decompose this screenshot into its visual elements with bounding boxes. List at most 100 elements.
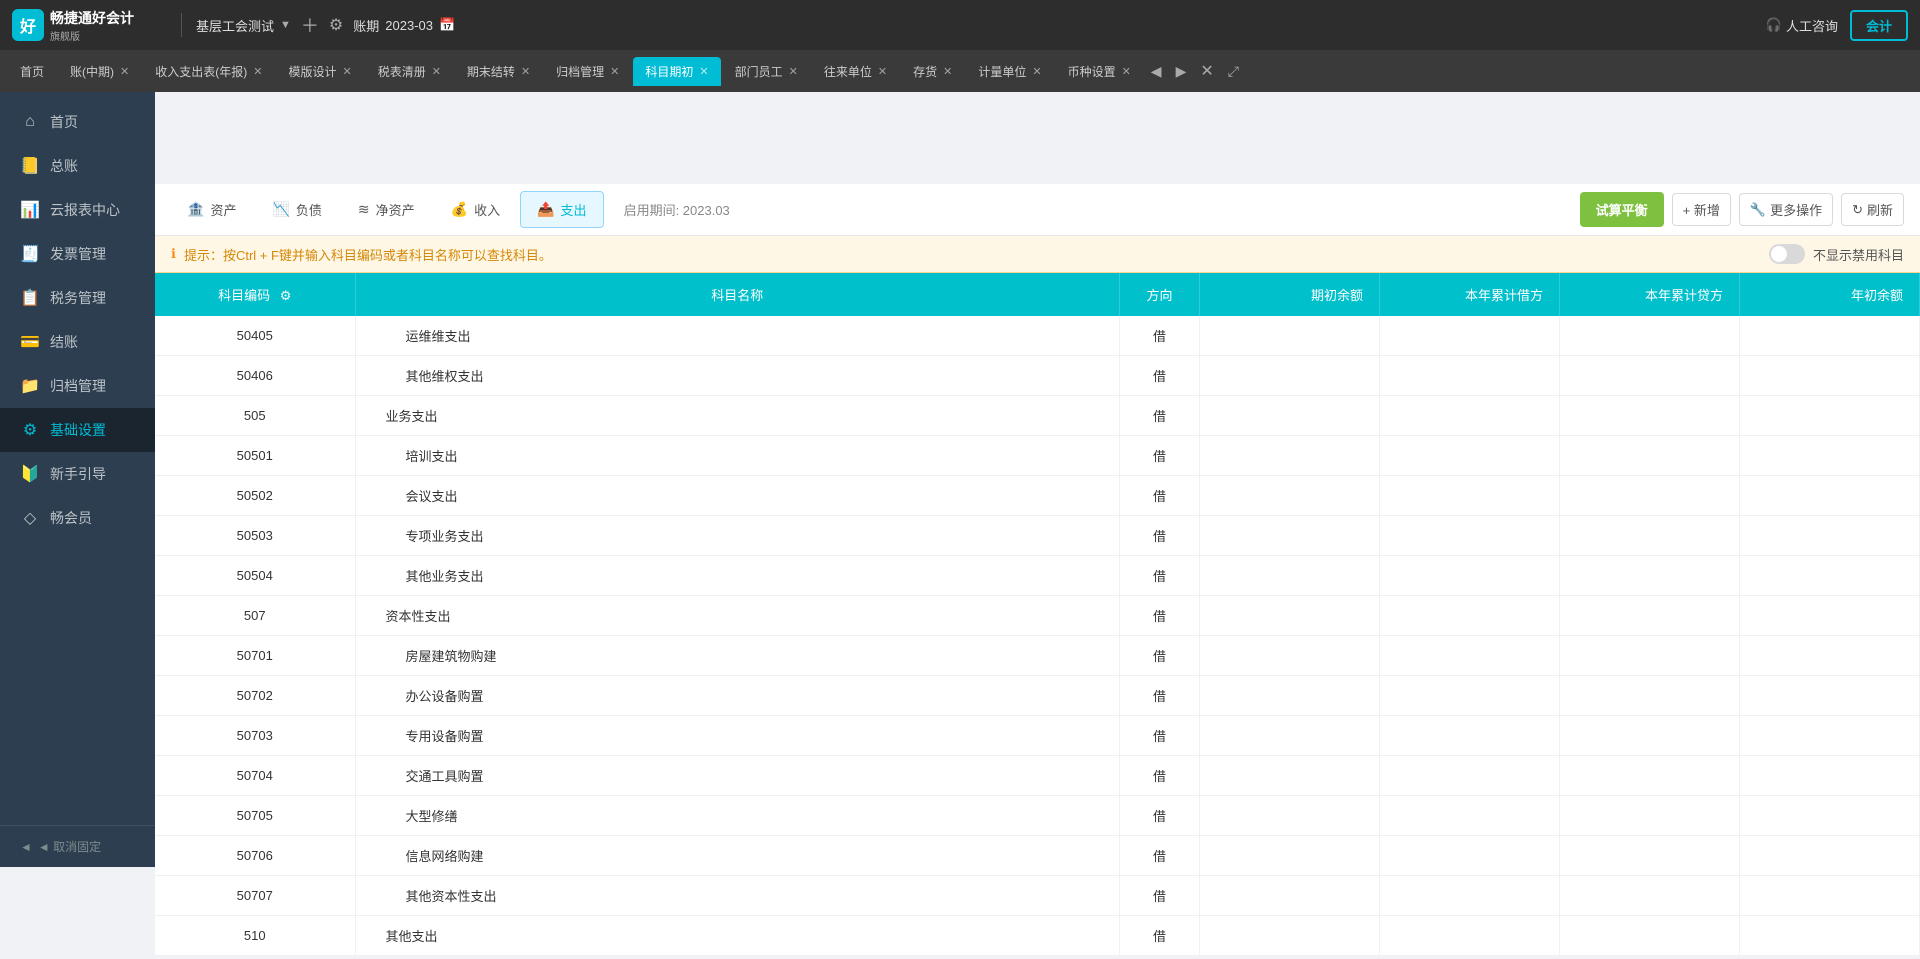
tab-subject-init-close[interactable]: ✕ (699, 65, 708, 78)
calc-balance-button[interactable]: 试算平衡 (1580, 192, 1664, 227)
sidebar-item-reports[interactable]: 📊 云报表中心 (0, 188, 155, 232)
tab-annual-close[interactable]: ✕ (253, 65, 262, 78)
tab-archive[interactable]: 归档管理 ✕ (544, 57, 631, 86)
cell-ytd-debit (1380, 636, 1560, 676)
filter-tabs-bar: 🏦 资产 📉 负债 ≋ 净资产 💰 收入 📤 支出 启用期间: 2023.03 … (155, 184, 1920, 236)
tab-expand-button[interactable]: ⤢ (1222, 59, 1245, 84)
table-row[interactable]: 505 业务支出 借 (155, 396, 1920, 436)
cell-opening (1200, 436, 1380, 476)
cell-code: 50702 (155, 676, 355, 716)
sidebar-item-member[interactable]: ◇ 畅会员 (0, 496, 155, 540)
cell-ytd-credit (1560, 916, 1740, 956)
help-button[interactable]: 🎧 人工咨询 (1766, 16, 1838, 35)
tab-annual[interactable]: 收入支出表(年报) ✕ (143, 57, 274, 86)
sidebar-item-invoice[interactable]: 🧾 发票管理 (0, 232, 155, 276)
cell-direction: 借 (1120, 756, 1200, 796)
table-row[interactable]: 50707 其他资本性支出 借 (155, 876, 1920, 916)
sidebar-settle-label: 结账 (50, 332, 78, 352)
tab-currency[interactable]: 币种设置 ✕ (1056, 57, 1143, 86)
tab-period-end-close[interactable]: ✕ (521, 65, 530, 78)
tab-period-close[interactable]: ✕ (120, 65, 129, 78)
sidebar-item-home[interactable]: ⌂ 首页 (0, 100, 155, 144)
col-year-opening: 年初余额 (1740, 273, 1920, 316)
tab-inventory-close[interactable]: ✕ (943, 65, 952, 78)
net-asset-icon: ≋ (358, 201, 370, 218)
tab-unit[interactable]: 计量单位 ✕ (966, 57, 1053, 86)
col-code-settings-icon[interactable]: ⚙ (280, 288, 292, 304)
toggle-knob (1771, 246, 1787, 262)
table-row[interactable]: 50702 办公设备购置 借 (155, 676, 1920, 716)
filter-tab-liability[interactable]: 📉 负债 (256, 192, 337, 227)
tab-unit-close[interactable]: ✕ (1032, 65, 1041, 78)
table-row[interactable]: 50504 其他业务支出 借 (155, 556, 1920, 596)
sidebar-item-ledger[interactable]: 📒 总账 (0, 144, 155, 188)
sidebar-item-tax[interactable]: 📋 税务管理 (0, 276, 155, 320)
guide-icon: 🔰 (20, 464, 40, 484)
table-row[interactable]: 50502 会议支出 借 (155, 476, 1920, 516)
period-value: 2023-03 (385, 18, 433, 33)
table-row[interactable]: 510 其他支出 借 (155, 916, 1920, 956)
new-button[interactable]: + 新增 (1672, 193, 1731, 226)
table-row[interactable]: 50701 房屋建筑物购建 借 (155, 636, 1920, 676)
table-row[interactable]: 50406 其他维权支出 借 (155, 356, 1920, 396)
add-company-button[interactable]: ＋ (301, 12, 319, 38)
table-row[interactable]: 50705 大型修缮 借 (155, 796, 1920, 836)
cell-opening (1200, 756, 1380, 796)
cell-ytd-credit (1560, 356, 1740, 396)
tab-archive-close[interactable]: ✕ (610, 65, 619, 78)
cell-code: 510 (155, 916, 355, 956)
filter-tab-expense[interactable]: 📤 支出 (520, 191, 603, 228)
tab-contacts[interactable]: 往来单位 ✕ (812, 57, 899, 86)
filter-tab-income[interactable]: 💰 收入 (435, 192, 516, 227)
cell-name: 交通工具购置 (355, 756, 1120, 796)
toggle-disabled-area: 不显示禁用科目 (1769, 244, 1904, 264)
table-row[interactable]: 50503 专项业务支出 借 (155, 516, 1920, 556)
table-row[interactable]: 50706 信息网络购建 借 (155, 836, 1920, 876)
tab-template[interactable]: 模版设计 ✕ (276, 57, 363, 86)
sidebar-item-guide[interactable]: 🔰 新手引导 (0, 452, 155, 496)
tab-archive-label: 归档管理 (556, 63, 604, 80)
table-row[interactable]: 50704 交通工具购置 借 (155, 756, 1920, 796)
tab-close-all-button[interactable]: ✕ (1194, 57, 1219, 85)
tab-tax[interactable]: 税表清册 ✕ (366, 57, 453, 86)
cell-name: 房屋建筑物购建 (355, 636, 1120, 676)
tab-home[interactable]: 首页 (8, 57, 56, 86)
toggle-disabled-switch[interactable] (1769, 244, 1805, 264)
tab-prev-button[interactable]: ◀ (1145, 59, 1168, 84)
tab-template-close[interactable]: ✕ (342, 65, 351, 78)
table-row[interactable]: 507 资本性支出 借 (155, 596, 1920, 636)
cell-name: 大型修缮 (355, 796, 1120, 836)
tab-period-end[interactable]: 期末结转 ✕ (455, 57, 542, 86)
tab-subject-init[interactable]: 科目期初 ✕ (633, 57, 720, 86)
sidebar-collapse-button[interactable]: ◄ ◄ 取消固定 (0, 825, 155, 867)
tab-period[interactable]: 账(中期) ✕ (58, 57, 141, 86)
table-row[interactable]: 50703 专用设备购置 借 (155, 716, 1920, 756)
hint-text: 提示：按Ctrl + F键并输入科目编码或者科目名称可以查找科目。 (184, 245, 552, 264)
cell-code: 50703 (155, 716, 355, 756)
more-button[interactable]: 🔧 更多操作 (1739, 193, 1833, 226)
table-row[interactable]: 50501 培训支出 借 (155, 436, 1920, 476)
refresh-button[interactable]: ↻ 刷新 (1841, 193, 1904, 226)
period-area: 账期 2023-03 📅 (353, 16, 455, 35)
cell-ytd-debit (1380, 876, 1560, 916)
account-button[interactable]: 会计 (1850, 10, 1908, 41)
tab-tax-close[interactable]: ✕ (432, 65, 441, 78)
company-selector[interactable]: 基层工会测试 ▼ (196, 16, 291, 35)
tab-currency-close[interactable]: ✕ (1122, 65, 1131, 78)
tab-dept-close[interactable]: ✕ (789, 65, 798, 78)
tab-dept[interactable]: 部门员工 ✕ (723, 57, 810, 86)
sidebar-item-settings[interactable]: ⚙ 基础设置 (0, 408, 155, 452)
tab-contacts-close[interactable]: ✕ (878, 65, 887, 78)
sidebar-item-archive[interactable]: 📁 归档管理 (0, 364, 155, 408)
table-row[interactable]: 50405 运维维支出 借 (155, 316, 1920, 356)
tab-inventory[interactable]: 存货 ✕ (901, 57, 964, 86)
cell-direction: 借 (1120, 476, 1200, 516)
calendar-icon[interactable]: 📅 (439, 17, 455, 33)
tab-next-button[interactable]: ▶ (1170, 59, 1193, 84)
filter-tab-asset[interactable]: 🏦 资产 (171, 192, 252, 227)
cell-direction: 借 (1120, 556, 1200, 596)
ledger-icon: 📒 (20, 156, 40, 176)
settings-icon[interactable]: ⚙ (329, 15, 343, 35)
filter-tab-net-asset[interactable]: ≋ 净资产 (342, 192, 431, 227)
sidebar-item-settle[interactable]: 💳 结账 (0, 320, 155, 364)
